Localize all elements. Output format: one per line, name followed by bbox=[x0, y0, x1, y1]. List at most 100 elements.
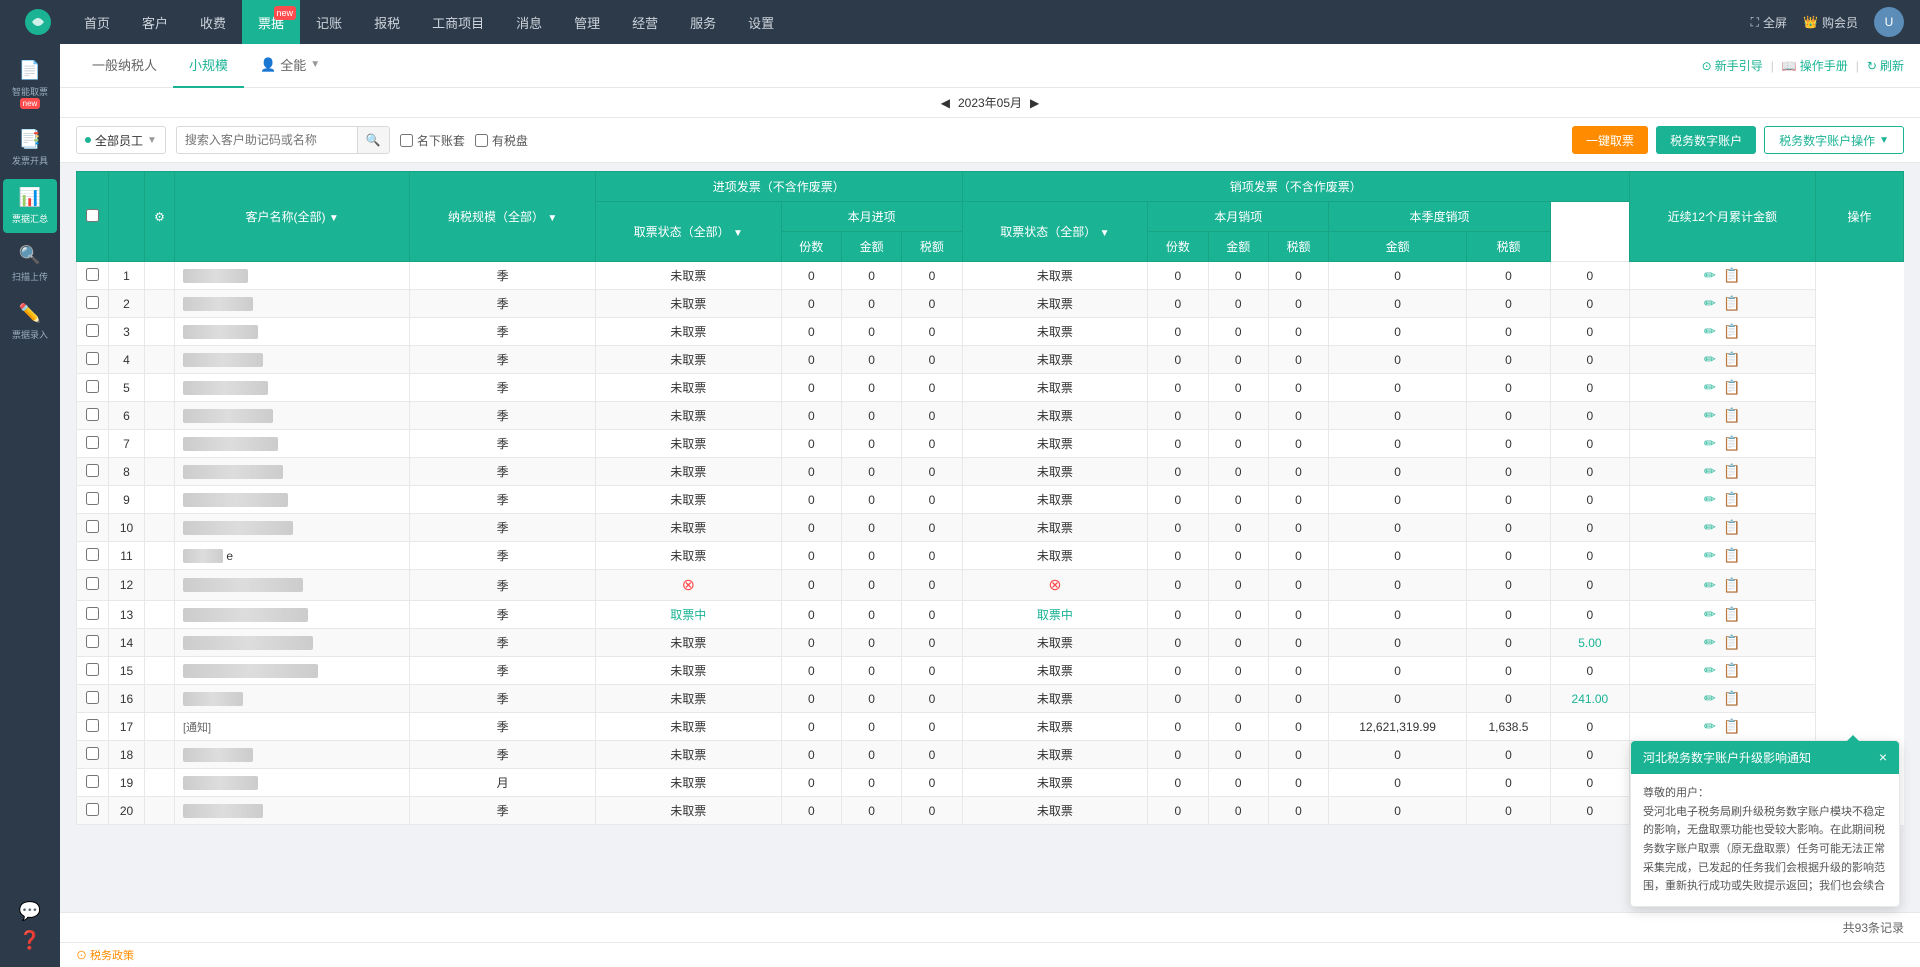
edit-btn[interactable]: ✏ bbox=[1704, 351, 1716, 367]
edit-btn[interactable]: ✏ bbox=[1704, 577, 1716, 593]
edit-btn[interactable]: ✏ bbox=[1704, 463, 1716, 479]
nav-customer[interactable]: 客户 bbox=[126, 0, 184, 44]
popup-close-btn[interactable]: × bbox=[1879, 749, 1887, 765]
cell-checkbox[interactable] bbox=[77, 570, 109, 601]
th-out-status[interactable]: 取票状态（全部） ▼ bbox=[962, 202, 1148, 262]
nav-message[interactable]: 消息 bbox=[500, 0, 558, 44]
copy-btn[interactable]: 📋 bbox=[1723, 606, 1740, 622]
employee-select[interactable]: 全部员工 ▼ bbox=[76, 126, 166, 154]
edit-btn[interactable]: ✏ bbox=[1704, 718, 1716, 734]
chat-icon-btn[interactable]: 💬 bbox=[19, 901, 41, 922]
user-avatar[interactable]: U bbox=[1874, 7, 1904, 37]
nav-settings[interactable]: 设置 bbox=[732, 0, 790, 44]
edit-btn[interactable]: ✏ bbox=[1704, 547, 1716, 563]
copy-btn[interactable]: 📋 bbox=[1723, 662, 1740, 678]
edit-btn[interactable]: ✏ bbox=[1704, 519, 1716, 535]
tax-digital-account-btn[interactable]: 税务数字账户 bbox=[1656, 126, 1756, 154]
cell-checkbox[interactable] bbox=[77, 458, 109, 486]
edit-btn[interactable]: ✏ bbox=[1704, 323, 1716, 339]
nav-manage[interactable]: 管理 bbox=[558, 0, 616, 44]
nav-accounting[interactable]: 记账 bbox=[300, 0, 358, 44]
sidebar-item-ticket-entry[interactable]: ✏️ 票据录入 bbox=[3, 295, 57, 349]
fullscreen-btn[interactable]: ⛶ 全屏 bbox=[1751, 14, 1787, 31]
edit-btn[interactable]: ✏ bbox=[1704, 606, 1716, 622]
copy-btn[interactable]: 📋 bbox=[1723, 577, 1740, 593]
nav-home[interactable]: 首页 bbox=[68, 0, 126, 44]
vip-btn[interactable]: 👑 购会员 bbox=[1803, 14, 1858, 31]
nav-ticket[interactable]: 票据 new bbox=[242, 0, 300, 44]
select-all-checkbox[interactable] bbox=[86, 209, 99, 222]
cell-checkbox[interactable] bbox=[77, 486, 109, 514]
one-key-ticket-btn[interactable]: 一键取票 bbox=[1572, 126, 1648, 154]
nav-operation[interactable]: 经营 bbox=[616, 0, 674, 44]
copy-btn[interactable]: 📋 bbox=[1723, 519, 1740, 535]
cell-checkbox[interactable] bbox=[77, 741, 109, 769]
edit-btn[interactable]: ✏ bbox=[1704, 491, 1716, 507]
cell-checkbox[interactable] bbox=[77, 657, 109, 685]
copy-btn[interactable]: 📋 bbox=[1723, 379, 1740, 395]
nav-tax[interactable]: 报税 bbox=[358, 0, 416, 44]
cell-checkbox[interactable] bbox=[77, 402, 109, 430]
th-tax-quota[interactable]: 纳税规模（全部） ▼ bbox=[410, 172, 596, 262]
sidebar-item-smart-ticket[interactable]: 📄 智能取票 new bbox=[3, 52, 57, 117]
refresh-btn[interactable]: ↻ 刷新 bbox=[1867, 57, 1904, 74]
edit-btn[interactable]: ✏ bbox=[1704, 295, 1716, 311]
cell-checkbox[interactable] bbox=[77, 601, 109, 629]
cell-checkbox[interactable] bbox=[77, 262, 109, 290]
nav-fee[interactable]: 收费 bbox=[184, 0, 242, 44]
date-next-btn[interactable]: ▶ bbox=[1030, 96, 1039, 110]
cell-checkbox[interactable] bbox=[77, 629, 109, 657]
edit-btn[interactable]: ✏ bbox=[1704, 690, 1716, 706]
copy-btn[interactable]: 📋 bbox=[1723, 295, 1740, 311]
nav-business[interactable]: 工商项目 bbox=[416, 0, 500, 44]
tax-policy-link[interactable]: ⊙ 税务政策 bbox=[76, 950, 134, 962]
tax-digital-op-btn[interactable]: 税务数字账户操作 ▼ bbox=[1764, 126, 1904, 154]
search-input[interactable] bbox=[177, 133, 357, 147]
cell-checkbox[interactable] bbox=[77, 769, 109, 797]
edit-btn[interactable]: ✏ bbox=[1704, 662, 1716, 678]
edit-btn[interactable]: ✏ bbox=[1704, 634, 1716, 650]
th-in-status[interactable]: 取票状态（全部） ▼ bbox=[595, 202, 781, 262]
new-guide-btn[interactable]: ⊙ 新手引导 bbox=[1702, 57, 1763, 74]
tab-all-capable[interactable]: 👤 全能 ▼ bbox=[244, 44, 336, 88]
edit-btn[interactable]: ✏ bbox=[1704, 267, 1716, 283]
cell-checkbox[interactable] bbox=[77, 318, 109, 346]
copy-btn[interactable]: 📋 bbox=[1723, 351, 1740, 367]
tab-small-scale[interactable]: 小规模 bbox=[173, 44, 244, 88]
cell-checkbox[interactable] bbox=[77, 514, 109, 542]
cell-checkbox[interactable] bbox=[77, 430, 109, 458]
cell-checkbox[interactable] bbox=[77, 713, 109, 741]
cell-checkbox[interactable] bbox=[77, 374, 109, 402]
copy-btn[interactable]: 📋 bbox=[1723, 323, 1740, 339]
sidebar-item-ticket-summary[interactable]: 📊 票据汇总 bbox=[3, 179, 57, 233]
copy-btn[interactable]: 📋 bbox=[1723, 267, 1740, 283]
manual-btn[interactable]: 📖 操作手册 bbox=[1782, 57, 1848, 74]
sidebar-item-invoice-open[interactable]: 📑 发票开具 bbox=[3, 121, 57, 175]
edit-btn[interactable]: ✏ bbox=[1704, 379, 1716, 395]
cell-checkbox[interactable] bbox=[77, 542, 109, 570]
search-button[interactable]: 🔍 bbox=[357, 127, 389, 153]
copy-btn[interactable]: 📋 bbox=[1723, 491, 1740, 507]
cumulative-value[interactable]: 5.00 bbox=[1578, 636, 1601, 650]
edit-btn[interactable]: ✏ bbox=[1704, 407, 1716, 423]
copy-btn[interactable]: 📋 bbox=[1723, 718, 1740, 734]
cumulative-value[interactable]: 241.00 bbox=[1572, 692, 1609, 706]
date-prev-btn[interactable]: ◀ bbox=[941, 96, 950, 110]
cell-checkbox[interactable] bbox=[77, 346, 109, 374]
copy-btn[interactable]: 📋 bbox=[1723, 690, 1740, 706]
help-icon-btn[interactable]: ❓ bbox=[19, 930, 41, 951]
tab-general-taxpayer[interactable]: 一般纳税人 bbox=[76, 44, 173, 88]
copy-btn[interactable]: 📋 bbox=[1723, 634, 1740, 650]
app-logo[interactable] bbox=[16, 0, 60, 44]
cell-checkbox[interactable] bbox=[77, 685, 109, 713]
sidebar-item-scan-upload[interactable]: 🔍 扫描上传 bbox=[3, 237, 57, 291]
cell-checkbox[interactable] bbox=[77, 290, 109, 318]
nav-service[interactable]: 服务 bbox=[674, 0, 732, 44]
copy-btn[interactable]: 📋 bbox=[1723, 435, 1740, 451]
edit-btn[interactable]: ✏ bbox=[1704, 435, 1716, 451]
th-customer-name[interactable]: 客户名称(全部) ▼ bbox=[175, 172, 410, 262]
copy-btn[interactable]: 📋 bbox=[1723, 407, 1740, 423]
copy-btn[interactable]: 📋 bbox=[1723, 463, 1740, 479]
sub-account-checkbox[interactable]: 名下账套 bbox=[400, 132, 465, 149]
copy-btn[interactable]: 📋 bbox=[1723, 547, 1740, 563]
